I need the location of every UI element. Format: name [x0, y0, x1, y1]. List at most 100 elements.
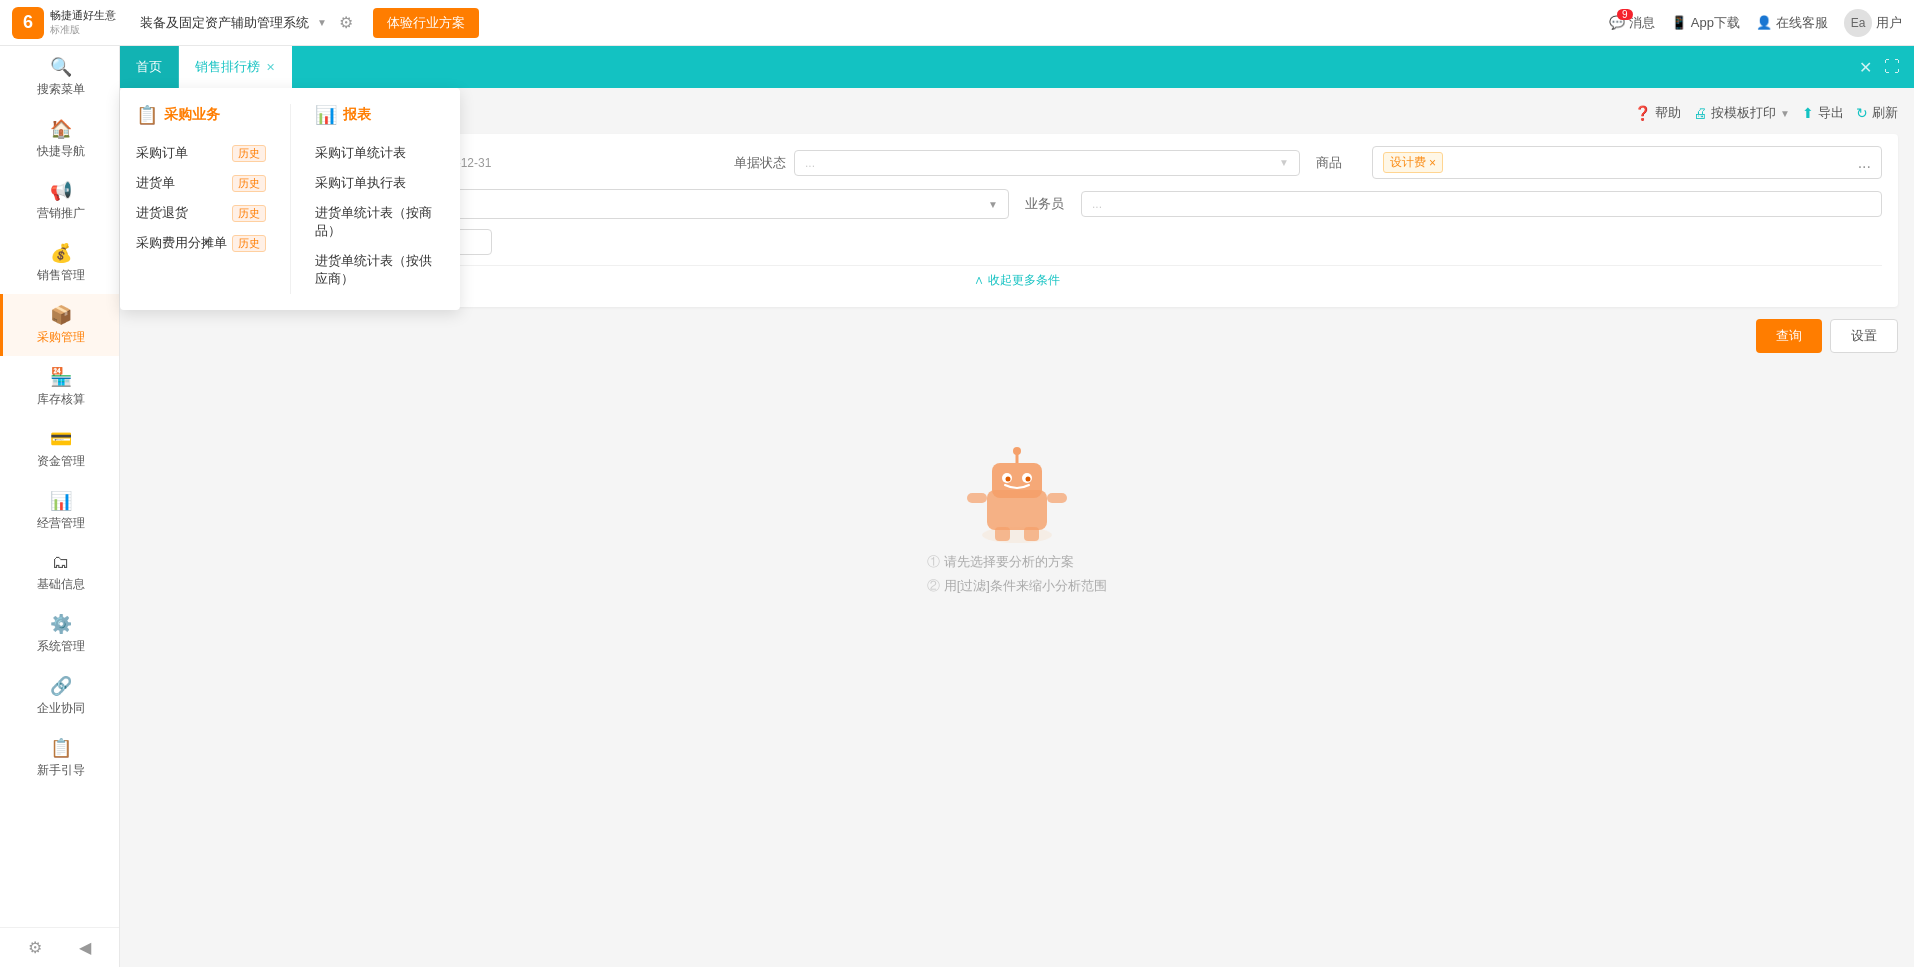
dm-item-goods-receipt[interactable]: 进货单 历史	[136, 168, 266, 198]
logo-area: 6 畅捷通好生意 标准版	[12, 7, 132, 39]
industry-button[interactable]: 体验行业方案	[373, 8, 479, 38]
dm-item-goods-stat-by-supplier[interactable]: 进货单统计表（按供应商）	[315, 246, 445, 294]
capital-icon: 💳	[50, 428, 72, 450]
app-download-item[interactable]: 📱 App下载	[1671, 14, 1740, 32]
tab-home[interactable]: 首页	[120, 46, 179, 88]
tab-expand-btn[interactable]: ⛶	[1878, 58, 1906, 76]
dm-goods-return-badge: 历史	[232, 205, 266, 222]
empty-hints: ① 请先选择要分析的方案 ② 用[过滤]条件来缩小分析范围	[927, 553, 1107, 595]
logo-icon: 6	[12, 7, 44, 39]
purchase-col-icon: 📋	[136, 104, 158, 126]
sidebar-item-purchase[interactable]: 📦 采购管理	[0, 294, 119, 356]
tab-close-all-btn[interactable]: ✕	[1853, 58, 1878, 77]
filter-goods: 商品 设计费 × ...	[1316, 146, 1882, 179]
menu-divider	[290, 104, 291, 294]
goods-label: 商品	[1316, 154, 1364, 172]
sidebar-item-sales[interactable]: 💰 销售管理	[0, 232, 119, 294]
sidebar-item-enterprise[interactable]: 🔗 企业协同	[0, 665, 119, 727]
goods-dots[interactable]: ...	[1858, 154, 1871, 172]
svg-point-5	[1006, 477, 1011, 482]
sidebar-item-capital-label: 资金管理	[37, 453, 85, 470]
inventory-icon: 🏪	[50, 366, 72, 388]
export-btn[interactable]: ⬆ 导出	[1802, 104, 1844, 122]
help-btn[interactable]: ❓ 帮助	[1634, 104, 1681, 122]
message-badge: 9	[1617, 9, 1633, 20]
dm-item-purchase-order[interactable]: 采购订单 历史	[136, 138, 266, 168]
sidebar-item-search-label: 搜索菜单	[37, 81, 85, 98]
goods-input[interactable]: 设计费 × ...	[1372, 146, 1882, 179]
export-icon: ⬆	[1802, 105, 1814, 121]
dm-purchase-order-badge: 历史	[232, 145, 266, 162]
online-service-item[interactable]: 👤 在线客服	[1756, 14, 1828, 32]
header-right: 💬 9 消息 📱 App下载 👤 在线客服 Ea 用户	[1609, 9, 1902, 37]
refresh-btn[interactable]: ↻ 刷新	[1856, 104, 1898, 122]
dm-purchase-fee-label: 采购费用分摊单	[136, 234, 227, 252]
tab-sales-rank[interactable]: 销售排行榜 ✕	[179, 46, 292, 88]
sidebar-item-operation-label: 经营管理	[37, 515, 85, 532]
robot-svg	[957, 445, 1077, 545]
dm-goods-stat-by-supplier-label: 进货单统计表（按供应商）	[315, 252, 445, 288]
svg-point-8	[1013, 447, 1021, 455]
user-item[interactable]: Ea 用户	[1844, 9, 1902, 37]
empty-hint-2: ② 用[过滤]条件来缩小分析范围	[927, 577, 1107, 595]
query-button[interactable]: 查询	[1756, 319, 1822, 353]
system-title-text: 装备及固定资产辅助管理系统	[140, 14, 309, 32]
settings-icon[interactable]: ⚙	[339, 13, 353, 32]
sidebar-item-newbie[interactable]: 📋 新手引导	[0, 727, 119, 789]
sidebar-item-quicknav[interactable]: 🏠 快捷导航	[0, 108, 119, 170]
tab-bar: 首页 销售排行榜 ✕ ✕ ⛶	[120, 46, 1914, 88]
dropdown-purchase-title: 采购业务	[164, 106, 220, 124]
online-service-label: 在线客服	[1776, 14, 1828, 32]
dm-goods-receipt-badge: 历史	[232, 175, 266, 192]
sidebar-item-marketing-label: 营销推广	[37, 205, 85, 222]
system-icon: ⚙️	[50, 613, 72, 635]
sidebar-item-system[interactable]: ⚙️ 系统管理	[0, 603, 119, 665]
sidebar-item-enterprise-label: 企业协同	[37, 700, 85, 717]
dm-goods-stat-by-product-label: 进货单统计表（按商品）	[315, 204, 445, 240]
message-item[interactable]: 💬 9 消息	[1609, 14, 1655, 32]
svg-rect-12	[1024, 527, 1039, 541]
dropdown-col-purchase: 📋 采购业务 采购订单 历史 进货单 历史 进货退货 历史 采购费用分摊单 历史	[136, 104, 266, 294]
dropdown-purchase-header: 📋 采购业务	[136, 104, 266, 126]
tab-home-label: 首页	[136, 58, 162, 76]
print-btn[interactable]: 🖨 按模板打印 ▼	[1693, 104, 1790, 122]
settings-button[interactable]: 设置	[1830, 319, 1898, 353]
top-header: 6 畅捷通好生意 标准版 装备及固定资产辅助管理系统 ▼ ⚙ 体验行业方案 💬 …	[0, 0, 1914, 46]
empty-robot-illustration	[957, 445, 1077, 545]
sidebar-item-marketing[interactable]: 📢 营销推广	[0, 170, 119, 232]
tab-sales-rank-label: 销售排行榜	[195, 58, 260, 76]
tab-close-icon[interactable]: ✕	[266, 61, 275, 74]
bill-status-dropdown-icon: ▼	[1279, 157, 1289, 168]
sidebar-item-inventory[interactable]: 🏪 库存核算	[0, 356, 119, 418]
system-title-dropdown[interactable]: ▼	[317, 17, 327, 28]
refresh-icon: ↻	[1856, 105, 1868, 121]
dm-item-purchase-order-exec[interactable]: 采购订单执行表	[315, 168, 445, 198]
print-dropdown-icon[interactable]: ▼	[1780, 108, 1790, 119]
operation-icon: 📊	[50, 490, 72, 512]
goods-tag-close[interactable]: ×	[1429, 156, 1436, 170]
sidebar-item-search[interactable]: 🔍 搜索菜单	[0, 46, 119, 108]
dropdown-report-title: 报表	[343, 106, 371, 124]
salesperson-input[interactable]: ...	[1081, 191, 1882, 217]
sidebar-item-system-label: 系统管理	[37, 638, 85, 655]
sidebar-settings-btn[interactable]: ⚙	[28, 938, 42, 957]
print-label: 按模板打印	[1711, 104, 1776, 122]
sidebar-item-newbie-label: 新手引导	[37, 762, 85, 779]
dropdown-report-header: 📊 报表	[315, 104, 445, 126]
empty-state: ① 请先选择要分析的方案 ② 用[过滤]条件来缩小分析范围	[136, 365, 1898, 675]
search-icon: 🔍	[50, 56, 72, 78]
dm-item-purchase-fee[interactable]: 采购费用分摊单 历史	[136, 228, 266, 258]
message-icon-wrap: 💬 9	[1609, 15, 1625, 30]
dm-item-goods-stat-by-product[interactable]: 进货单统计表（按商品）	[315, 198, 445, 246]
sidebar-item-capital[interactable]: 💳 资金管理	[0, 418, 119, 480]
dropdown-col-report: 📊 报表 采购订单统计表 采购订单执行表 进货单统计表（按商品） 进货单统计表（…	[315, 104, 445, 294]
sidebar-item-basic[interactable]: 🗂 基础信息	[0, 542, 119, 603]
enterprise-icon: 🔗	[50, 675, 72, 697]
dm-item-goods-return[interactable]: 进货退货 历史	[136, 198, 266, 228]
sidebar-collapse-btn[interactable]: ◀	[79, 938, 91, 957]
sidebar-item-operation[interactable]: 📊 经营管理	[0, 480, 119, 542]
dm-item-purchase-order-stat[interactable]: 采购订单统计表	[315, 138, 445, 168]
home-icon: 🏠	[50, 118, 72, 140]
purchase-icon: 📦	[50, 304, 72, 326]
bill-status-input[interactable]: ... ▼	[794, 150, 1300, 176]
